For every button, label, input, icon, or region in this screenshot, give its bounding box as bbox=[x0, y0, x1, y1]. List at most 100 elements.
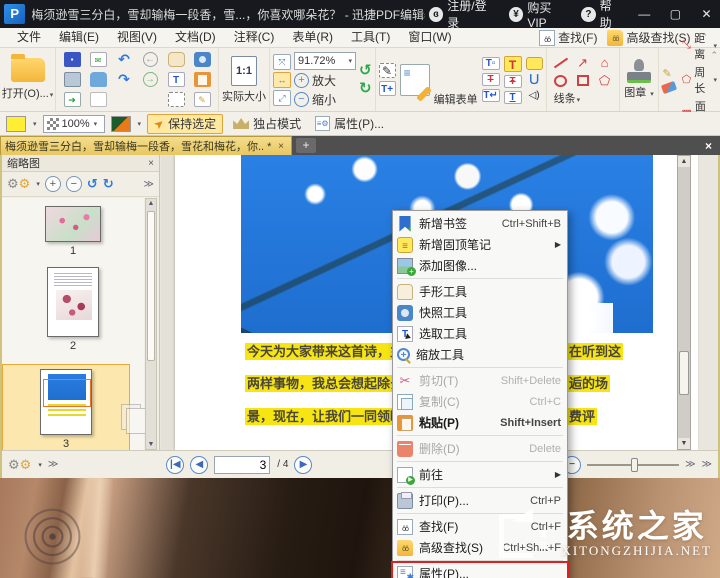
menu-item-snapshot-tool[interactable]: 快照工具 bbox=[393, 302, 567, 323]
document-tab[interactable]: 梅须逊雪三分白，雪却输梅一段香，雪花和梅花，你.. * × bbox=[0, 136, 292, 155]
keep-selected-toggle[interactable]: ➤ 保持选定 bbox=[147, 113, 224, 134]
eraser-tool-icon[interactable] bbox=[661, 80, 678, 95]
thumbnail-page-1[interactable]: 1 bbox=[2, 198, 144, 263]
nav-options-icon[interactable]: ⚙⚙ bbox=[8, 457, 31, 473]
thumbnail-page-2[interactable]: 2 bbox=[2, 263, 144, 358]
opacity-combo[interactable]: 100% ▾ bbox=[42, 114, 105, 133]
scroll-down-icon[interactable]: ▼ bbox=[146, 441, 156, 448]
scan-icon[interactable] bbox=[89, 72, 107, 87]
sticky-note-icon[interactable] bbox=[525, 57, 543, 70]
lines-label[interactable]: 线条 bbox=[554, 93, 576, 105]
page-number-input[interactable] bbox=[214, 455, 271, 474]
audio-comment-icon[interactable]: ◁) bbox=[526, 89, 543, 102]
thumbnail-zoom-in-icon[interactable]: + bbox=[44, 176, 61, 192]
forward-view-icon[interactable]: → bbox=[142, 72, 158, 87]
menu-comment[interactable]: 注释(C) bbox=[225, 28, 284, 47]
nav-expand-icon[interactable]: ≫ bbox=[702, 459, 712, 470]
rotate-cw-icon[interactable]: ↻ bbox=[103, 176, 114, 192]
save-icon[interactable]: ▪ bbox=[63, 52, 81, 67]
register-login-button[interactable]: ɞ 注册/登录 bbox=[425, 0, 501, 31]
menu-window[interactable]: 窗口(W) bbox=[399, 28, 460, 47]
scroll-up-icon[interactable]: ▲ bbox=[146, 200, 156, 207]
menu-file[interactable]: 文件 bbox=[8, 28, 50, 47]
rotate-ccw-icon[interactable]: ↺ bbox=[87, 176, 98, 192]
fit-page-icon[interactable]: ⤧ bbox=[273, 53, 291, 70]
close-document-icon[interactable]: × bbox=[705, 139, 720, 155]
menu-item-properties[interactable]: 属性(P)... bbox=[391, 561, 569, 578]
perimeter-tool[interactable]: ⬠ 周长 ▾ bbox=[681, 64, 717, 96]
attach-file-icon[interactable]: ⋃ bbox=[526, 73, 543, 86]
menu-edit[interactable]: 编辑(E) bbox=[50, 28, 108, 47]
find-button[interactable]: 查找(F) bbox=[535, 29, 601, 46]
highlight-tool-icon[interactable]: T bbox=[503, 55, 522, 72]
open-button[interactable]: 打开(O)...▾ bbox=[0, 48, 56, 111]
paste-icon[interactable] bbox=[193, 72, 211, 87]
nav-more-icon[interactable]: ≫ bbox=[685, 459, 695, 470]
panel-more-icon[interactable]: ≫ bbox=[144, 179, 154, 190]
strikeout-tool-icon[interactable]: T bbox=[481, 73, 500, 86]
zoom-slider-knob[interactable] bbox=[631, 457, 639, 472]
menu-item-goto[interactable]: 前往 ▶ bbox=[393, 464, 567, 485]
print-icon[interactable] bbox=[63, 72, 81, 87]
text-box-tool-icon[interactable]: T▫ bbox=[481, 57, 500, 70]
fill-color-swatch[interactable] bbox=[6, 115, 26, 132]
replace-text-icon[interactable]: T↵ bbox=[481, 89, 500, 102]
menu-item-add-pinned-note[interactable]: 新增固顶笔记 ▶ bbox=[393, 234, 567, 255]
thumbnail-options-icon[interactable]: ⚙⚙ bbox=[7, 176, 30, 192]
exclusive-mode-button[interactable]: 独占模式 bbox=[229, 115, 305, 132]
export-icon[interactable]: ➜ bbox=[63, 92, 81, 107]
rectangle-tool-icon[interactable] bbox=[576, 75, 589, 86]
collapse-toolbar-icon[interactable]: ⌃ bbox=[710, 50, 718, 61]
stroke-color-swatch[interactable] bbox=[110, 115, 131, 132]
actual-size-button[interactable]: 1:1 实际大小 bbox=[219, 48, 270, 111]
thumbnail-page-3-selected[interactable]: 3 bbox=[2, 364, 130, 450]
zoom-slider[interactable] bbox=[587, 457, 680, 472]
fit-width-icon[interactable]: ↔ bbox=[273, 71, 291, 88]
nav-collapse-icon[interactable]: ≫ bbox=[48, 459, 58, 470]
edit-form-label[interactable]: 编辑表单 bbox=[434, 91, 478, 107]
tab-close-icon[interactable]: × bbox=[275, 141, 287, 152]
edit-form-icon[interactable] bbox=[399, 63, 430, 96]
doc-scroll-thumb[interactable] bbox=[679, 351, 689, 395]
zoom-level-combo[interactable]: 91.72% ▾ bbox=[294, 51, 356, 70]
thumbnail-scrollbar[interactable]: ▲ ▼ bbox=[145, 198, 157, 450]
document-scrollbar[interactable]: ▲ ▼ bbox=[677, 155, 691, 450]
snapshot-icon[interactable] bbox=[193, 52, 211, 67]
menu-tools[interactable]: 工具(T) bbox=[342, 28, 399, 47]
edit-object-icon[interactable]: ✎ bbox=[378, 63, 396, 78]
underline-tool-icon[interactable]: T bbox=[503, 90, 522, 104]
minimize-button[interactable]: — bbox=[631, 3, 658, 25]
line-tool-icon[interactable] bbox=[553, 57, 568, 68]
properties-button[interactable]: ≡⚙ 属性(P)... bbox=[311, 115, 388, 132]
back-view-icon[interactable]: ← bbox=[142, 52, 158, 67]
menu-item-zoom-tool[interactable]: 缩放工具 bbox=[393, 344, 567, 365]
stamp-button[interactable]: 图章 ▾ bbox=[620, 48, 660, 111]
menu-document[interactable]: 文档(D) bbox=[166, 28, 225, 47]
doc-scroll-up-icon[interactable]: ▲ bbox=[678, 156, 690, 167]
menu-item-add-bookmark[interactable]: 新增书签 Ctrl+Shift+B bbox=[393, 213, 567, 234]
email-icon[interactable]: ✉ bbox=[89, 52, 107, 67]
rotate-right-icon[interactable]: ↻ bbox=[359, 81, 372, 96]
doc-scroll-down-icon[interactable]: ▼ bbox=[678, 438, 690, 449]
redo-icon[interactable]: ↷ bbox=[116, 72, 133, 87]
menu-item-add-image[interactable]: 添加图像... bbox=[393, 255, 567, 276]
thumbnail-zoom-out-icon[interactable]: − bbox=[65, 176, 82, 192]
menu-view[interactable]: 视图(V) bbox=[108, 28, 166, 47]
close-panel-icon[interactable]: × bbox=[148, 158, 154, 169]
hand-tool-icon[interactable] bbox=[167, 52, 185, 67]
undo-icon[interactable]: ↶ bbox=[116, 52, 133, 67]
arrow-tool-icon[interactable]: ↗ bbox=[577, 55, 588, 71]
menu-item-hand-tool[interactable]: 手形工具 bbox=[393, 281, 567, 302]
new-document-icon[interactable] bbox=[89, 92, 107, 107]
buy-vip-button[interactable]: ¥ 购买VIP bbox=[505, 0, 573, 30]
zoom-in-button[interactable]: + 放大 bbox=[294, 72, 356, 89]
new-tab-button[interactable]: + bbox=[296, 138, 316, 153]
prev-page-button[interactable]: ◀ bbox=[190, 455, 209, 474]
zoom-out-button[interactable]: − 缩小 bbox=[294, 91, 356, 108]
fit-visible-icon[interactable]: ⤢ bbox=[273, 89, 291, 106]
select-text-icon[interactable]: T bbox=[167, 72, 185, 87]
help-button[interactable]: ? 帮助 bbox=[577, 0, 627, 31]
thumbnail-scroll-thumb[interactable] bbox=[147, 211, 155, 361]
menu-item-select-tool[interactable]: 选取工具 bbox=[393, 323, 567, 344]
menu-form[interactable]: 表单(R) bbox=[283, 28, 342, 47]
